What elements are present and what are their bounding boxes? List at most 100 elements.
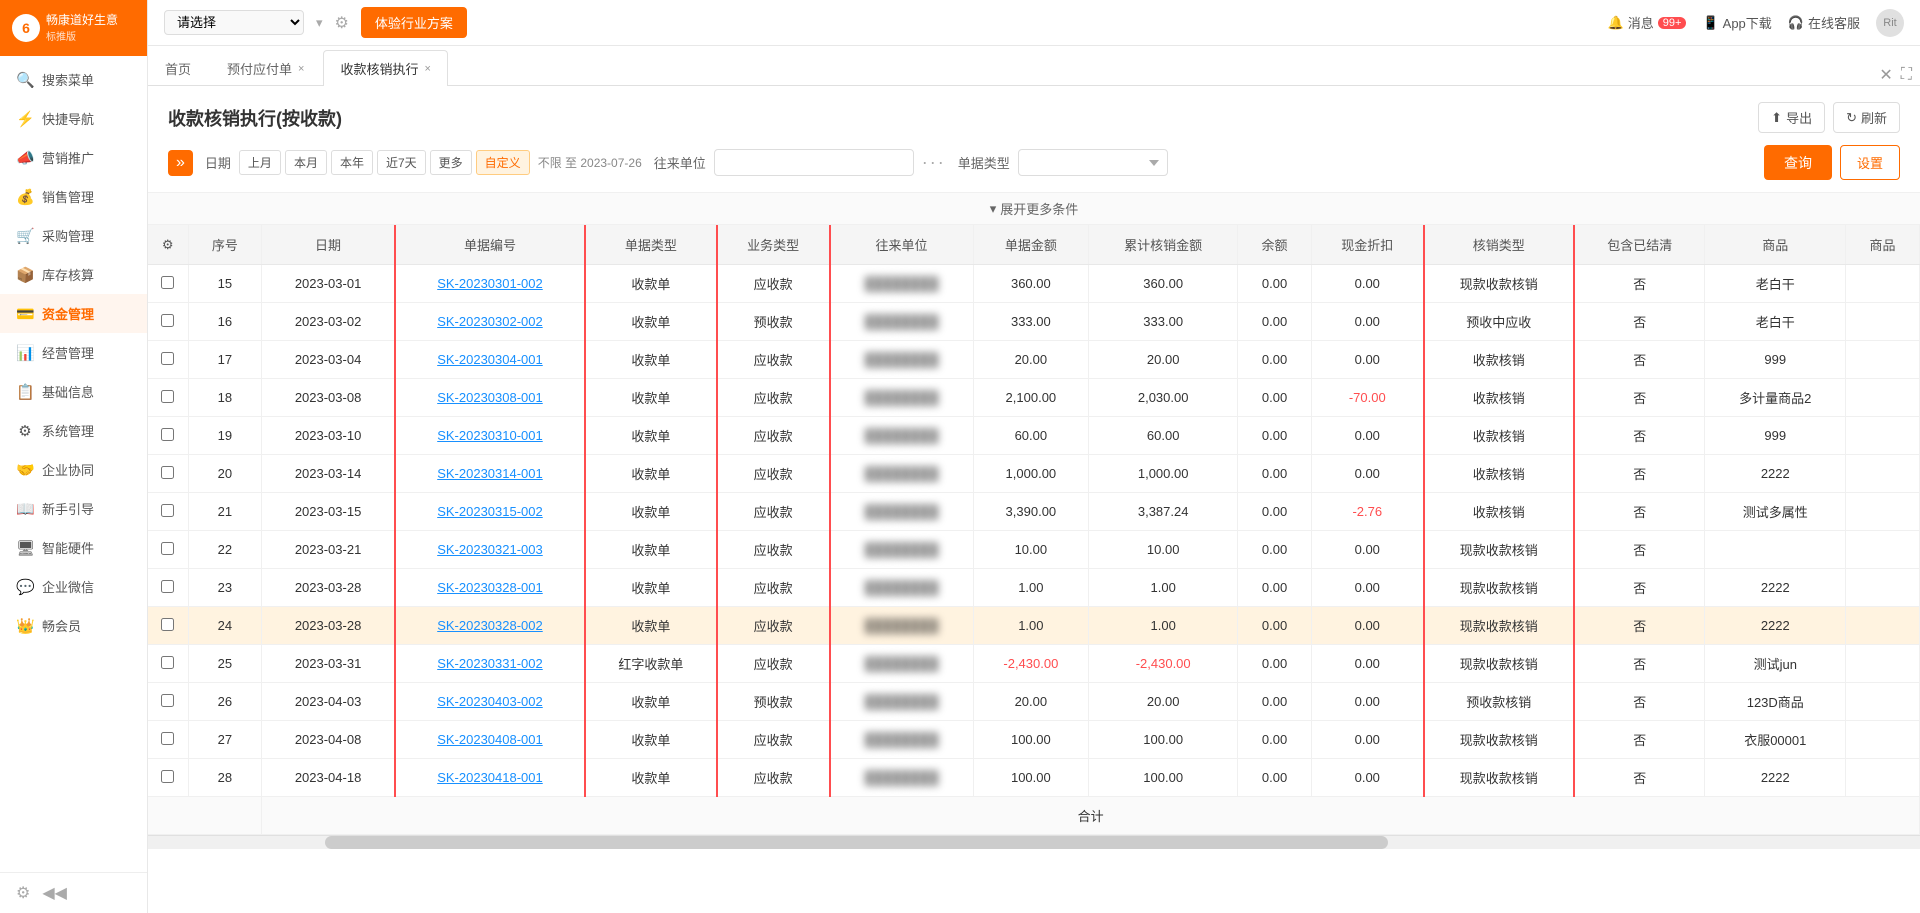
- tab-expand-icon[interactable]: ⛶: [1901, 66, 1912, 84]
- sidebar-item-purchase[interactable]: 🛒 采购管理: [0, 216, 147, 255]
- data-table: ⚙ 序号 日期 单据编号 单据类型 业务类型 往来单位 单据金额 累计核销金额 …: [148, 225, 1920, 835]
- sidebar-item-hardware[interactable]: 🖥 智能硬件: [0, 528, 147, 567]
- table-row: 22 2023-03-21 SK-20230321-003 收款单 应收款 ██…: [148, 531, 1920, 569]
- last-month-btn[interactable]: 上月: [239, 150, 281, 175]
- sidebar-item-system[interactable]: ⚙ 系统管理: [0, 411, 147, 450]
- company-select[interactable]: 请选择: [164, 10, 304, 35]
- sidebar-item-enterprise[interactable]: 🤝 企业协同: [0, 450, 147, 489]
- collapse-icon[interactable]: ◀◀: [42, 883, 67, 903]
- gear-icon-topbar[interactable]: ⚙: [335, 13, 349, 33]
- sidebar-item-wechat[interactable]: 💬 企业微信: [0, 567, 147, 606]
- sidebar-item-guide[interactable]: 📖 新手引导: [0, 489, 147, 528]
- slip-no-link[interactable]: SK-20230328-002: [437, 618, 543, 633]
- cell-checkbox[interactable]: [148, 759, 188, 797]
- sidebar-item-quick-nav[interactable]: ⚡ 快捷导航: [0, 99, 147, 138]
- sidebar-item-search[interactable]: 🔍 搜索菜单: [0, 60, 147, 99]
- partner-input[interactable]: [714, 149, 914, 176]
- tab-prepay-close[interactable]: ×: [298, 63, 304, 75]
- cell-checkbox[interactable]: [148, 417, 188, 455]
- slip-no-link[interactable]: SK-20230308-001: [437, 390, 543, 405]
- total-row: 合计: [148, 797, 1920, 835]
- row-checkbox[interactable]: [161, 542, 174, 555]
- cell-checkbox[interactable]: [148, 455, 188, 493]
- scrollbar-thumb[interactable]: [325, 836, 1388, 849]
- slip-no-link[interactable]: SK-20230408-001: [437, 732, 543, 747]
- row-checkbox[interactable]: [161, 770, 174, 783]
- slip-no-link[interactable]: SK-20230321-003: [437, 542, 543, 557]
- messages-btn[interactable]: 🔔 消息 99+: [1608, 13, 1687, 32]
- row-checkbox[interactable]: [161, 732, 174, 745]
- filter-expand-btn[interactable]: »: [168, 150, 193, 176]
- slip-no-link[interactable]: SK-20230315-002: [437, 504, 543, 519]
- cell-checkbox[interactable]: [148, 645, 188, 683]
- slip-no-link[interactable]: SK-20230314-001: [437, 466, 543, 481]
- inventory-label: 库存核算: [42, 265, 94, 284]
- industry-btn[interactable]: 体验行业方案: [361, 7, 467, 38]
- cell-goods: 老白干: [1705, 303, 1846, 341]
- cell-checkbox[interactable]: [148, 683, 188, 721]
- row-checkbox[interactable]: [161, 428, 174, 441]
- expand-more-btn[interactable]: ▾ 展开更多条件: [148, 193, 1920, 225]
- sidebar-item-inventory[interactable]: 📦 库存核算: [0, 255, 147, 294]
- cell-checkbox[interactable]: [148, 493, 188, 531]
- tab-verify-close[interactable]: ×: [424, 63, 430, 75]
- row-checkbox[interactable]: [161, 276, 174, 289]
- row-checkbox[interactable]: [161, 656, 174, 669]
- online-service-btn[interactable]: 🎧 在线客服: [1788, 13, 1860, 32]
- horizontal-scrollbar[interactable]: [148, 835, 1920, 849]
- refresh-btn[interactable]: ↻ 刷新: [1833, 102, 1900, 133]
- cell-checkbox[interactable]: [148, 265, 188, 303]
- row-checkbox[interactable]: [161, 390, 174, 403]
- data-table-wrapper: ⚙ 序号 日期 单据编号 单据类型 业务类型 往来单位 单据金额 累计核销金额 …: [148, 225, 1920, 835]
- row-checkbox[interactable]: [161, 352, 174, 365]
- slip-no-link[interactable]: SK-20230310-001: [437, 428, 543, 443]
- cell-checkbox[interactable]: [148, 569, 188, 607]
- slip-type-select[interactable]: [1018, 149, 1168, 176]
- row-checkbox[interactable]: [161, 694, 174, 707]
- slip-no-link[interactable]: SK-20230331-002: [437, 656, 543, 671]
- th-gear[interactable]: ⚙: [148, 225, 188, 265]
- slip-no-link[interactable]: SK-20230328-001: [437, 580, 543, 595]
- sidebar-item-sales[interactable]: 💰 销售管理: [0, 177, 147, 216]
- row-checkbox[interactable]: [161, 504, 174, 517]
- cell-checkbox[interactable]: [148, 607, 188, 645]
- app-download-btn[interactable]: 📱 App下载: [1702, 13, 1771, 32]
- row-checkbox[interactable]: [161, 618, 174, 631]
- query-btn[interactable]: 查询: [1764, 145, 1832, 180]
- tab-home[interactable]: 首页: [148, 50, 208, 86]
- more-date-btn[interactable]: 更多: [430, 150, 472, 175]
- cell-checkbox[interactable]: [148, 721, 188, 759]
- cell-goods2: [1846, 569, 1920, 607]
- this-month-btn[interactable]: 本月: [285, 150, 327, 175]
- sidebar-item-operations[interactable]: 📊 经营管理: [0, 333, 147, 372]
- slip-no-link[interactable]: SK-20230304-001: [437, 352, 543, 367]
- last-7days-btn[interactable]: 近7天: [377, 150, 426, 175]
- this-year-btn[interactable]: 本年: [331, 150, 373, 175]
- export-btn[interactable]: ⬆ 导出: [1758, 102, 1825, 133]
- settings-icon[interactable]: ⚙: [16, 883, 30, 903]
- cell-checkbox[interactable]: [148, 341, 188, 379]
- tab-verify[interactable]: 收款核销执行 ×: [323, 50, 447, 86]
- sidebar-item-marketing[interactable]: 📣 营销推广: [0, 138, 147, 177]
- row-checkbox[interactable]: [161, 466, 174, 479]
- cell-checkbox[interactable]: [148, 303, 188, 341]
- settings-btn[interactable]: 设置: [1840, 145, 1900, 180]
- enterprise-icon: 🤝: [16, 461, 34, 479]
- slip-no-link[interactable]: SK-20230418-001: [437, 770, 543, 785]
- slip-no-link[interactable]: SK-20230403-002: [437, 694, 543, 709]
- row-checkbox[interactable]: [161, 314, 174, 327]
- tab-prepay[interactable]: 预付应付单 ×: [210, 50, 321, 86]
- cell-balance: 0.00: [1238, 721, 1312, 759]
- slip-no-link[interactable]: SK-20230302-002: [437, 314, 543, 329]
- sidebar-item-member[interactable]: 👑 畅会员: [0, 606, 147, 645]
- user-avatar[interactable]: Rit: [1876, 9, 1904, 37]
- cell-checkbox[interactable]: [148, 531, 188, 569]
- custom-date-btn[interactable]: 自定义: [476, 150, 530, 175]
- chevron-down-icon[interactable]: ▾: [316, 15, 323, 31]
- cell-checkbox[interactable]: [148, 379, 188, 417]
- sidebar-item-basics[interactable]: 📋 基础信息: [0, 372, 147, 411]
- sidebar-item-finance[interactable]: 💳 资金管理: [0, 294, 147, 333]
- slip-no-link[interactable]: SK-20230301-002: [437, 276, 543, 291]
- row-checkbox[interactable]: [161, 580, 174, 593]
- tab-close-icon[interactable]: ✕: [1879, 65, 1892, 85]
